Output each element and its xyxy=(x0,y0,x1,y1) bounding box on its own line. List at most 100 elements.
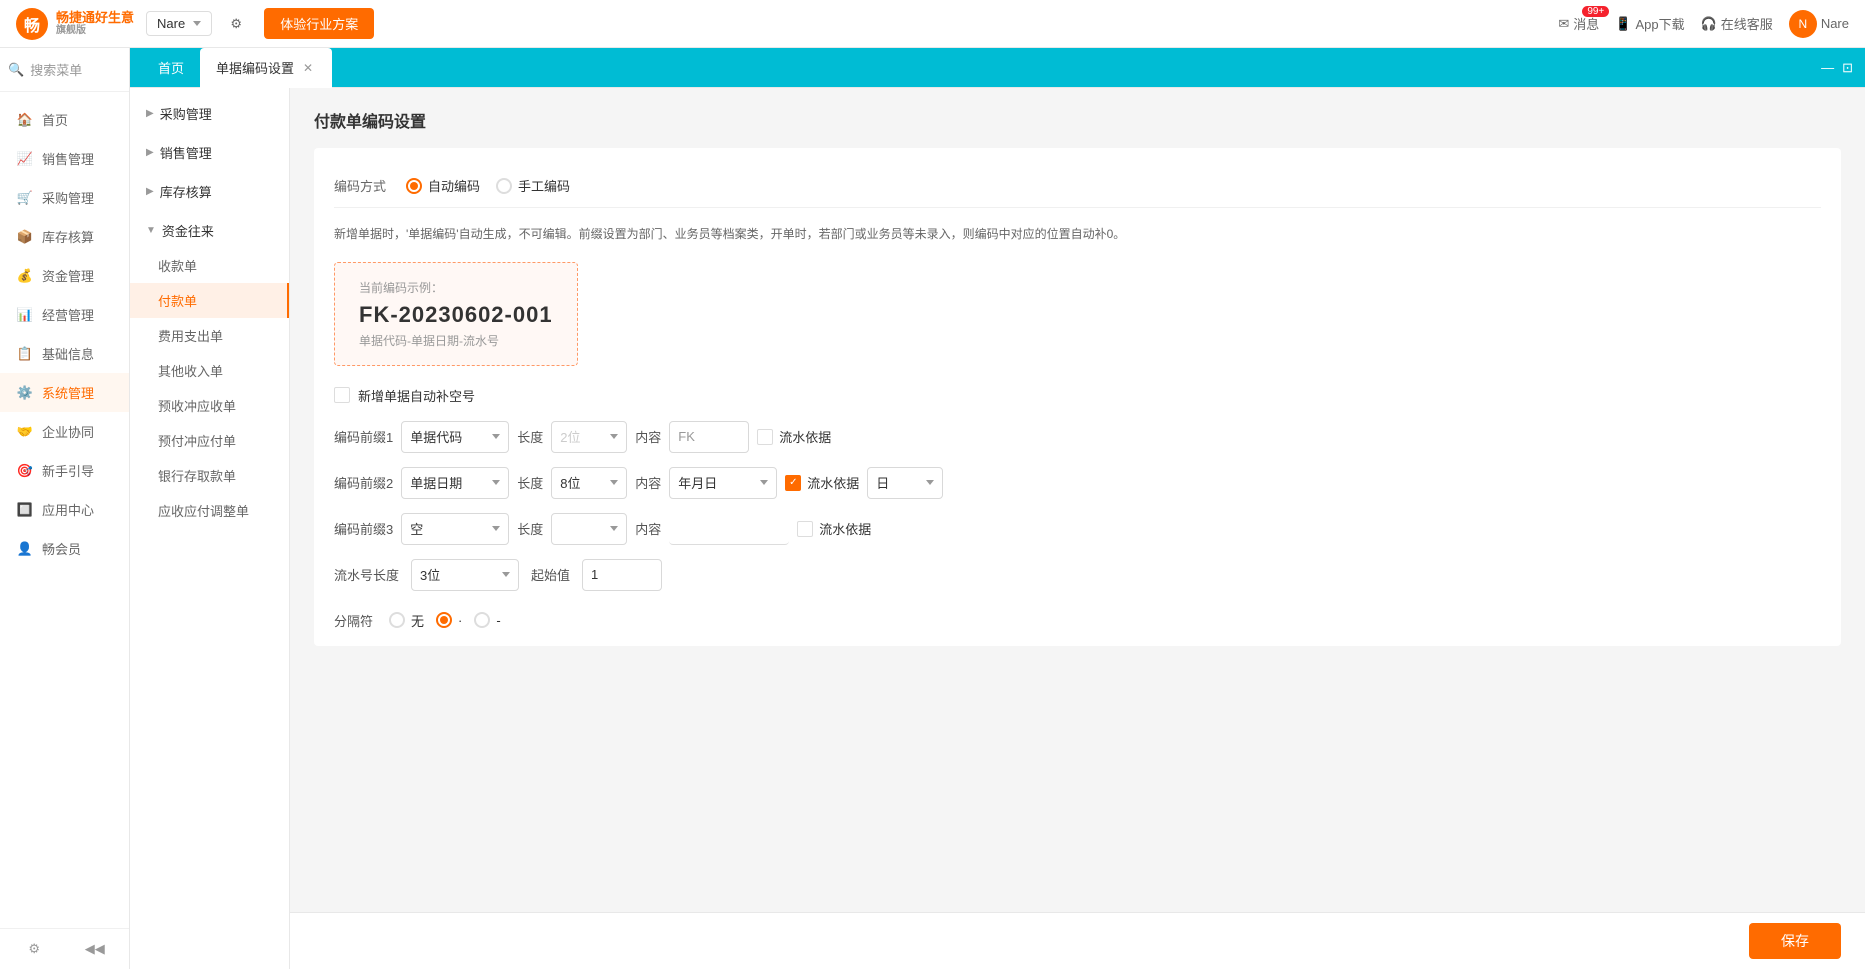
sidebar-label-sales: 销售管理 xyxy=(42,149,94,168)
manual-code-radio[interactable]: 手工编码 xyxy=(496,176,570,195)
prefix2-serial-checkbox[interactable]: ✓ xyxy=(785,475,801,491)
tab-serial-settings[interactable]: 单据编码设置 ✕ xyxy=(200,48,332,88)
serial-length-select[interactable]: 3位 xyxy=(411,559,519,591)
sidebar-item-finance[interactable]: 💰 资金管理 xyxy=(0,256,129,295)
sidebar-item-home[interactable]: 🏠 首页 xyxy=(0,100,129,139)
user-info[interactable]: N Nare xyxy=(1789,10,1849,38)
prefix2-select[interactable]: 单据日期 xyxy=(401,467,509,499)
home-icon: 🏠 xyxy=(16,111,34,129)
app-download-button[interactable]: 📱 App下载 xyxy=(1615,14,1684,33)
prefix3-select[interactable]: 空 xyxy=(401,513,509,545)
sidebar-label-basic: 基础信息 xyxy=(42,344,94,363)
page-content: 付款单编码设置 编码方式 自动编码 xyxy=(290,88,1865,912)
menu-group-sales-title[interactable]: ▶ 销售管理 xyxy=(130,135,289,170)
sidebar-item-operations[interactable]: 📊 经营管理 xyxy=(0,295,129,334)
coding-method-row: 编码方式 自动编码 手工编码 xyxy=(334,164,1821,208)
menu-item-receipt[interactable]: 收款单 xyxy=(130,248,289,283)
prefix2-length-value: 8位 xyxy=(560,473,580,492)
sidebar-item-sales[interactable]: 📈 销售管理 xyxy=(0,139,129,178)
menu-item-bank-deposit[interactable]: 银行存取款单 xyxy=(130,458,289,493)
sidebar-item-basic[interactable]: 📋 基础信息 xyxy=(0,334,129,373)
code-preview: 当前编码示例： FK-20230602-001 单据代码-单据日期-流水号 xyxy=(334,262,578,366)
prefix2-content-select[interactable]: 年月日 xyxy=(669,467,777,499)
prefix2-content-value: 年月日 xyxy=(678,473,717,492)
save-button[interactable]: 保存 xyxy=(1749,923,1841,959)
search-menu-label: 搜索菜单 xyxy=(30,60,82,79)
message-button[interactable]: ✉ 消息 99+ xyxy=(1558,14,1599,33)
prefix1-select[interactable]: 单据代码 xyxy=(401,421,509,453)
serial-start-input[interactable]: 1 xyxy=(582,559,662,591)
sep-none-label: 无 xyxy=(411,611,424,630)
prefix2-period-select[interactable]: 日 xyxy=(867,467,943,499)
arrow-right-icon2: ▶ xyxy=(146,147,154,158)
serial-length-label: 流水号长度 xyxy=(334,565,399,584)
sep-dot-circle xyxy=(436,612,452,628)
tab-home-label: 首页 xyxy=(158,58,184,77)
tab-minimize-icon[interactable]: — xyxy=(1821,60,1834,76)
sidebar-item-inventory[interactable]: 📦 库存核算 xyxy=(0,217,129,256)
main-content: 首页 单据编码设置 ✕ — ⊡ ▶ 采购管理 xyxy=(130,48,1865,969)
menu-item-advance-payment[interactable]: 预付冲应付单 xyxy=(130,423,289,458)
tab-maximize-icon[interactable]: ⊡ xyxy=(1842,60,1853,76)
message-icon: ✉ xyxy=(1558,16,1569,32)
logo-area: 畅 畅捷通好生意 旗舰版 xyxy=(16,8,134,40)
menu-item-expense[interactable]: 费用支出单 xyxy=(130,318,289,353)
menu-group-inventory-title[interactable]: ▶ 库存核算 xyxy=(130,174,289,209)
prefix3-length-arrow-icon xyxy=(610,526,618,531)
preview-code: FK-20230602-001 xyxy=(359,302,553,328)
sep-none-circle xyxy=(389,612,405,628)
sidebar-collapse-icon[interactable]: ◀◀ xyxy=(69,941,122,957)
menu-group-purchase: ▶ 采购管理 xyxy=(130,96,289,131)
top-bar: 畅 畅捷通好生意 旗舰版 Nare ⚙ 体验行业方案 ✉ 消息 99+ 📱 Ap… xyxy=(0,0,1865,48)
prefix1-length-select[interactable]: 2位 xyxy=(551,421,627,453)
sidebar-item-newguide[interactable]: 🎯 新手引导 xyxy=(0,451,129,490)
prefix2-label: 编码前缀2 xyxy=(334,473,393,492)
settings-icon[interactable]: ⚙ xyxy=(220,8,252,40)
sidebar-item-system[interactable]: ⚙️ 系统管理 xyxy=(0,373,129,412)
menu-item-other-income[interactable]: 其他收入单 xyxy=(130,353,289,388)
prefix1-content-value: FK xyxy=(678,429,695,444)
auto-code-radio[interactable]: 自动编码 xyxy=(406,176,480,195)
top-bar-right: ✉ 消息 99+ 📱 App下载 🎧 在线客服 N Nare xyxy=(1558,10,1849,38)
sidebar-item-member[interactable]: 👤 畅会员 xyxy=(0,529,129,568)
menu-item-advance-collection[interactable]: 预收冲应收单 xyxy=(130,388,289,423)
member-icon: 👤 xyxy=(16,540,34,558)
menu-item-payment[interactable]: 付款单 xyxy=(130,283,289,318)
menu-item-adjust[interactable]: 应收应付调整单 xyxy=(130,493,289,528)
prefix1-value: 单据代码 xyxy=(410,427,462,446)
company-dropdown[interactable]: Nare xyxy=(146,11,212,36)
sep-dot-radio[interactable]: · xyxy=(436,612,462,628)
sidebar-item-appcenter[interactable]: 🔲 应用中心 xyxy=(0,490,129,529)
tab-home[interactable]: 首页 xyxy=(142,48,200,88)
prefix3-label: 编码前缀3 xyxy=(334,519,393,538)
search-menu-button[interactable]: 🔍 搜索菜单 xyxy=(0,48,129,92)
sep-dash-radio[interactable]: - xyxy=(474,612,500,628)
menu-group-purchase-title[interactable]: ▶ 采购管理 xyxy=(130,96,289,131)
sidebar-label-system: 系统管理 xyxy=(42,383,94,402)
sidebar-settings-icon[interactable]: ⚙ xyxy=(8,941,61,957)
prefix3-value: 空 xyxy=(410,519,423,538)
logo-text: 畅捷通好生意 旗舰版 xyxy=(56,10,134,38)
online-service-button[interactable]: 🎧 在线客服 xyxy=(1701,14,1773,33)
sep-none-radio[interactable]: 无 xyxy=(389,611,424,630)
sidebar-item-enterprise[interactable]: 🤝 企业协同 xyxy=(0,412,129,451)
sidebar-item-purchase[interactable]: 🛒 采购管理 xyxy=(0,178,129,217)
trial-button[interactable]: 体验行业方案 xyxy=(264,8,374,39)
sidebar-label-enterprise: 企业协同 xyxy=(42,422,94,441)
prefix2-length-select[interactable]: 8位 xyxy=(551,467,627,499)
prefix3-serial-checkbox[interactable] xyxy=(797,521,813,537)
enterprise-icon: 🤝 xyxy=(16,423,34,441)
auto-fill-checkbox[interactable] xyxy=(334,387,350,403)
prefix1-serial-checkbox[interactable] xyxy=(757,429,773,445)
finance-icon: 💰 xyxy=(16,267,34,285)
top-bar-left: 畅 畅捷通好生意 旗舰版 Nare ⚙ 体验行业方案 xyxy=(16,8,374,40)
prefix3-length-select[interactable] xyxy=(551,513,627,545)
tab-close-icon[interactable]: ✕ xyxy=(300,60,316,76)
content-area: ▶ 采购管理 ▶ 销售管理 ▶ 库存核算 xyxy=(130,88,1865,969)
menu-group-capital-title[interactable]: ▼ 资金往来 xyxy=(130,213,289,248)
menu-group-inventory-label: 库存核算 xyxy=(160,182,212,201)
message-badge: 99+ xyxy=(1582,6,1609,17)
separator-label: 分隔符 xyxy=(334,611,373,630)
prefix2-serial-label: 流水依据 xyxy=(807,473,859,492)
auto-code-label: 自动编码 xyxy=(428,176,480,195)
